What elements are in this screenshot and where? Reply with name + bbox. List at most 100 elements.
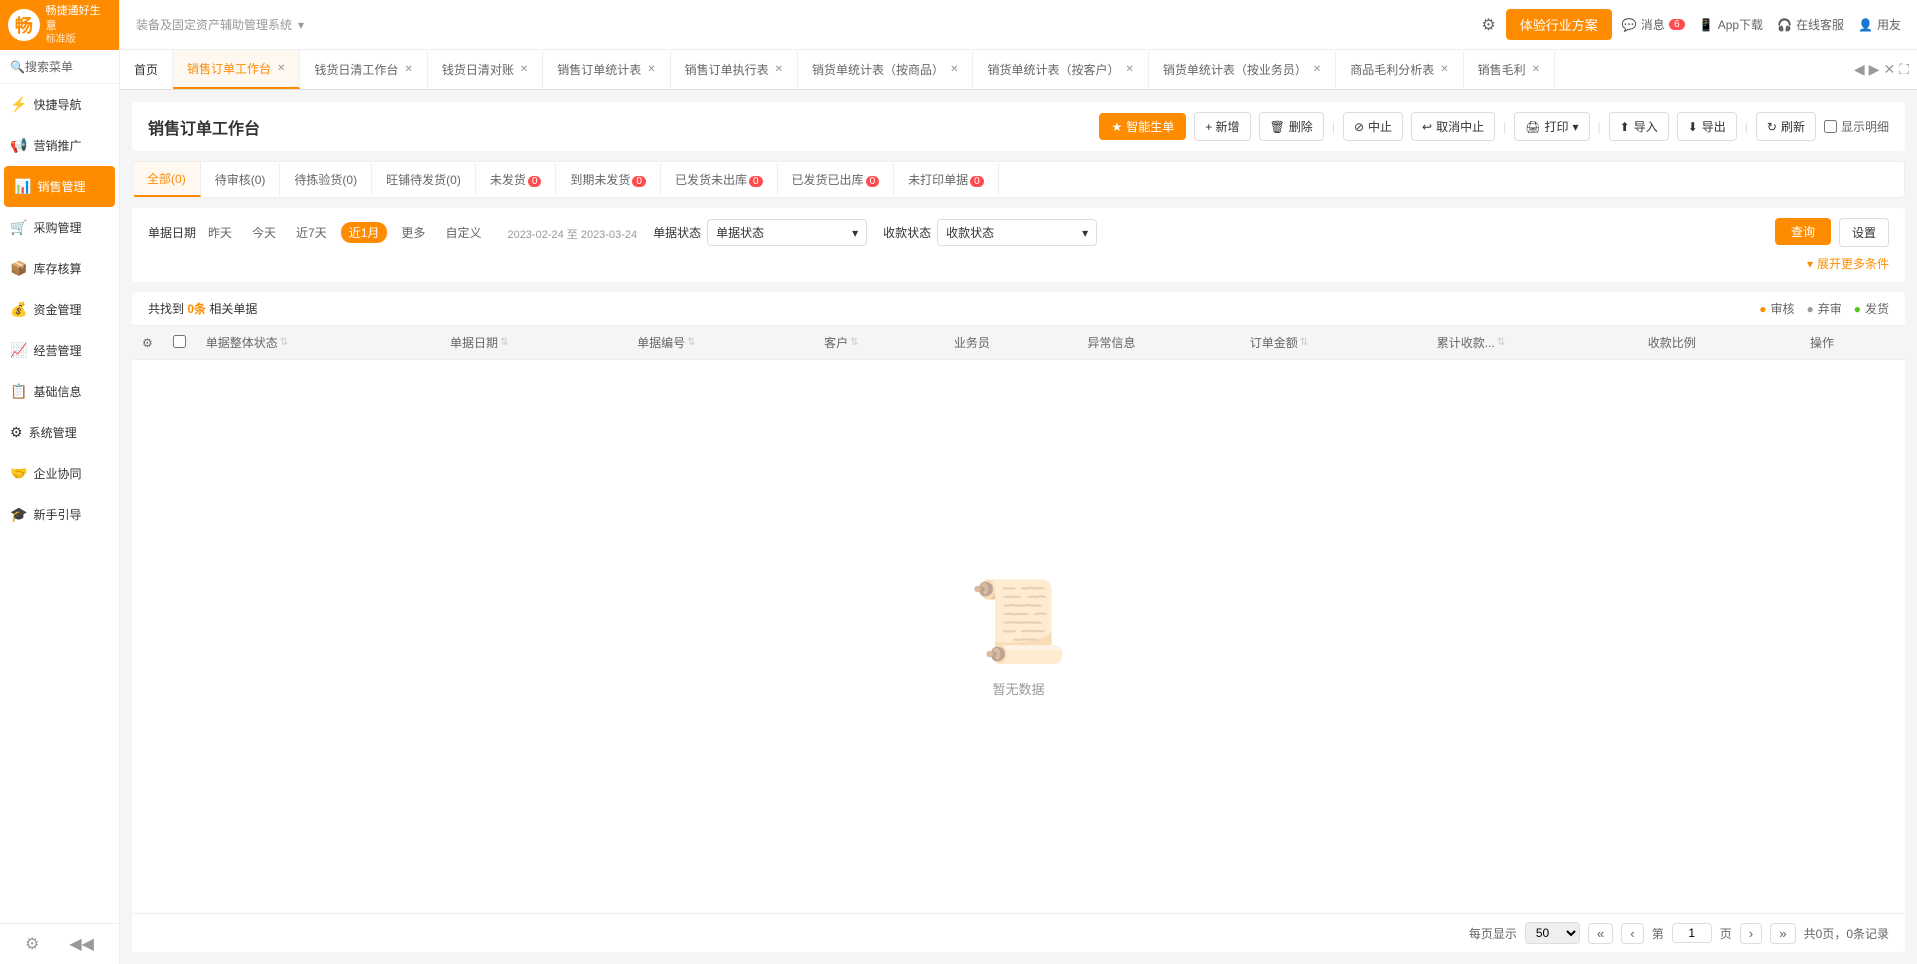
trial-button[interactable]: 体验行业方案 [1506,9,1612,40]
customer-sort-icon[interactable]: ⇅ [850,337,858,348]
accumulated-sort-icon[interactable]: ⇅ [1497,337,1505,348]
config-icon[interactable]: ⚙ [142,336,153,350]
stop-button[interactable]: ⊘ 中止 [1343,112,1403,141]
dropdown-icon[interactable]: ▾ [298,18,304,32]
subtab-all[interactable]: 全部(0) [133,162,201,197]
subtab-shipped-not-out[interactable]: 已发货未出库0 [661,163,778,196]
subtab-not-printed[interactable]: 未打印单据0 [894,163,999,196]
print-dropdown-icon[interactable]: ▾ [1572,120,1578,134]
sidebar-item-purchase[interactable]: 🛒 采购管理 [0,207,119,248]
app-download-action[interactable]: 📱 App下载 [1699,16,1763,33]
page-input[interactable] [1672,923,1712,943]
subtab-overdue-not-shipped[interactable]: 到期未发货0 [556,163,661,196]
tab-close-sales-order-exec[interactable]: ✕ [775,64,783,75]
date-filter: 单据日期 昨天 今天 近7天 近1月 更多 自定义 [148,222,487,243]
add-button[interactable]: + 新增 [1194,112,1250,141]
tab-close-cash-daily[interactable]: ✕ [404,64,412,75]
tab-product-margin[interactable]: 商品毛利分析表 ✕ [1336,51,1463,88]
th-customer: 客户 ⇅ [814,326,944,360]
tab-close-sales-gross[interactable]: ✕ [1532,64,1540,75]
settings-icon[interactable]: ⚙ [25,934,39,954]
tab-cash-reconcile[interactable]: 钱货日清对账 ✕ [428,51,543,88]
date-option-today[interactable]: 今天 [246,222,282,243]
tab-close-sales-stats-customer[interactable]: ✕ [1125,64,1133,75]
quick-nav-icon: ⚡ [10,96,27,113]
tab-sales-stats-customer[interactable]: 销货单统计表（按客户） ✕ [973,51,1148,88]
tab-close-sales-stats-product[interactable]: ✕ [950,64,958,75]
tab-fullscreen-icon[interactable]: ⛶ [1899,61,1909,78]
subtab-pending-review[interactable]: 待审核(0) [201,163,281,196]
user-action[interactable]: 👤 用友 [1858,16,1901,33]
sidebar-item-corp[interactable]: 🤝 企业协同 [0,453,119,494]
expand-more-btn[interactable]: ▾ 展开更多条件 [1807,255,1889,272]
tab-sales-gross[interactable]: 销售毛利 ✕ [1464,51,1555,88]
tab-close-cash-reconcile[interactable]: ✕ [520,64,528,75]
date-option-custom[interactable]: 自定义 [439,222,487,243]
tab-sales-stats-staff[interactable]: 销货单统计表（按业务员） ✕ [1149,51,1336,88]
delete-button[interactable]: 🗑 删除 [1259,112,1324,141]
tab-sales-stats-product[interactable]: 销货单统计表（按商品） ✕ [798,51,973,88]
date-sort-icon[interactable]: ⇅ [500,337,508,348]
select-all-checkbox[interactable] [173,335,186,348]
smart-gen-button[interactable]: ★ 智能生单 [1099,113,1186,140]
date-option-7days[interactable]: 近7天 [290,222,333,243]
tab-home[interactable]: 首页 [120,51,173,88]
tab-sales-order-stats[interactable]: 销售订单统计表 ✕ [543,51,670,88]
online-service-action[interactable]: 🎧 在线客服 [1777,16,1844,33]
ship-action[interactable]: ● 发货 [1854,300,1889,317]
prev-page-button[interactable]: ‹ [1621,923,1643,944]
cancel-review-action[interactable]: ● 弃审 [1806,300,1841,317]
subtab-wangpu-pending[interactable]: 旺铺待发货(0) [372,163,476,196]
show-detail-input[interactable] [1824,120,1837,133]
cancel-stop-button[interactable]: ↩ 取消中止 [1411,112,1495,141]
date-option-more[interactable]: 更多 [395,222,431,243]
number-sort-icon[interactable]: ⇅ [687,337,695,348]
sidebar-item-guide[interactable]: 🎓 新手引导 [0,494,119,535]
first-page-button[interactable]: « [1588,923,1613,944]
tab-nav-left-icon[interactable]: ◀ [1854,61,1865,78]
filter-settings-button[interactable]: 设置 [1839,218,1889,247]
table-scroll: ⚙ 单据整体状态 ⇅ [132,326,1905,913]
export-button[interactable]: ⬇ 导出 [1677,112,1737,141]
not-shipped-badge: 0 [528,176,542,187]
per-page-select[interactable]: 10 20 50 100 [1525,922,1580,944]
query-button[interactable]: 查询 [1775,218,1831,245]
status-select[interactable]: 单据状态 ▾ [707,219,867,246]
collapse-icon[interactable]: ◀◀ [69,934,94,954]
tab-close-all-icon[interactable]: ✕ [1883,61,1895,78]
subtab-shipped-out[interactable]: 已发货已出库0 [778,163,895,196]
message-action[interactable]: 💬 消息 6 [1622,16,1685,33]
date-option-yesterday[interactable]: 昨天 [202,222,238,243]
sidebar-item-marketing[interactable]: 📢 营销推广 [0,125,119,166]
sidebar-item-operation[interactable]: 📈 经营管理 [0,330,119,371]
sidebar-item-inventory[interactable]: 📦 库存核算 [0,248,119,289]
refresh-button[interactable]: ↻ 刷新 [1756,112,1816,141]
tab-close-product-margin[interactable]: ✕ [1440,64,1448,75]
tab-close-sales-order-stats[interactable]: ✕ [647,64,655,75]
next-page-button[interactable]: › [1740,923,1762,944]
sidebar-item-basic[interactable]: 📋 基础信息 [0,371,119,412]
sidebar-item-sales[interactable]: 📊 销售管理 [4,166,115,207]
sidebar-search[interactable]: 🔍 搜索菜单 [0,50,119,84]
date-option-1month[interactable]: 近1月 [341,222,388,243]
subtab-pending-check[interactable]: 待拣验货(0) [280,163,372,196]
tab-cash-daily[interactable]: 钱货日清工作台 ✕ [300,51,427,88]
amount-sort-icon[interactable]: ⇅ [1300,337,1308,348]
sidebar-item-quick-nav[interactable]: ⚡ 快捷导航 [0,84,119,125]
last-page-button[interactable]: » [1770,923,1795,944]
show-detail-checkbox[interactable]: 显示明细 [1824,118,1889,135]
tab-close-sales-stats-staff[interactable]: ✕ [1313,64,1321,75]
sidebar-item-system[interactable]: ⚙ 系统管理 [0,412,119,453]
tab-sales-order-workbench[interactable]: 销售订单工作台 ✕ [173,50,300,89]
status-sort-icon[interactable]: ⇅ [280,337,288,348]
tab-sales-order-exec[interactable]: 销售订单执行表 ✕ [671,51,798,88]
subtab-not-shipped[interactable]: 未发货0 [476,163,557,196]
payment-select[interactable]: 收款状态 ▾ [937,219,1097,246]
tab-close-sales-order-workbench[interactable]: ✕ [277,63,285,74]
import-button[interactable]: ⬆ 导入 [1609,112,1669,141]
sidebar-item-finance[interactable]: 💰 资金管理 [0,289,119,330]
tab-nav-right-icon[interactable]: ▶ [1869,61,1880,78]
settings-gear-icon[interactable]: ⚙ [1481,15,1495,35]
review-action[interactable]: ● 审核 [1759,300,1794,317]
print-button[interactable]: 🖨 打印 ▾ [1514,112,1589,141]
